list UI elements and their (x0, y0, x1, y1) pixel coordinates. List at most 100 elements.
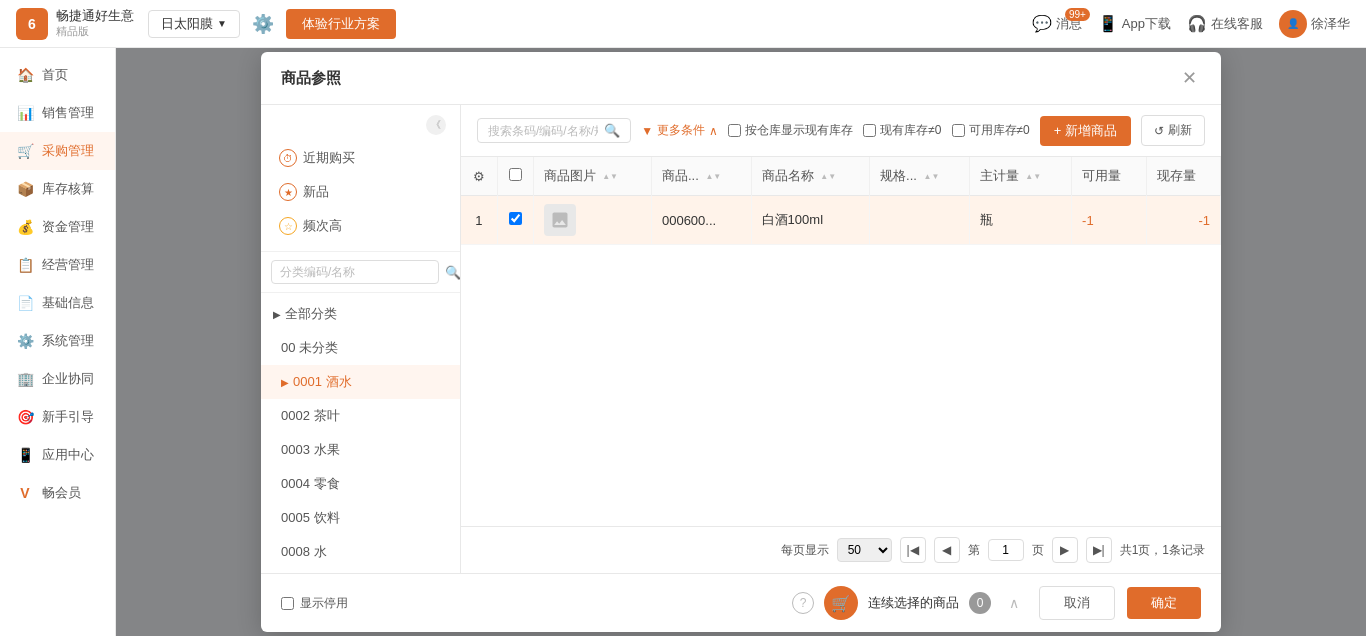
row-stock: -1 (1146, 196, 1221, 245)
table-header-row: ⚙ 商品图片 ▲▼ (461, 157, 1221, 196)
modal-close-button[interactable]: ✕ (1177, 66, 1201, 90)
cart-text-label: 连续选择的商品 (868, 594, 959, 612)
quick-item-recent[interactable]: ⏱ 近期购买 (271, 143, 450, 173)
sidebar-item-inventory[interactable]: 📦 库存核算 (0, 170, 115, 208)
headset-icon: 🎧 (1187, 14, 1207, 33)
sidebar-item-apps[interactable]: 📱 应用中心 (0, 436, 115, 474)
sort-name-icon[interactable]: ▲▼ (820, 172, 836, 181)
category-item-snack[interactable]: 0004 零食 (261, 467, 460, 501)
settings-nav[interactable]: ⚙️ (252, 13, 274, 35)
checkbox-usable-label[interactable]: 可用库存≠0 (952, 122, 1030, 139)
category-item-all[interactable]: ▶ 全部分类 (261, 297, 460, 331)
sidebar-item-system[interactable]: ⚙️ 系统管理 (0, 322, 115, 360)
prev-page-button[interactable]: ◀ (934, 537, 960, 563)
sales-icon: 📊 (16, 104, 34, 122)
sidebar-item-guide[interactable]: 🎯 新手引导 (0, 398, 115, 436)
modal-body: 《 ⏱ 近期购买 ★ 新品 ☆ (261, 105, 1221, 573)
help-icon[interactable]: ? (792, 592, 814, 614)
product-thumbnail (544, 204, 576, 236)
sidebar-item-enterprise[interactable]: 🏢 企业协同 (0, 360, 115, 398)
cart-count-badge: 0 (969, 592, 991, 614)
row-name: 白酒100ml (751, 196, 869, 245)
quick-item-new[interactable]: ★ 新品 (271, 177, 450, 207)
top-nav: 6 畅捷通好生意 精品版 日太阳膜 ▼ ⚙️ 体验行业方案 💬 消息 99+ 📱… (0, 0, 1366, 48)
home-icon: 🏠 (16, 66, 34, 84)
filter-icon: ▼ (641, 124, 653, 138)
checkbox-available[interactable] (863, 124, 876, 137)
category-item-tea[interactable]: 0002 茶叶 (261, 399, 460, 433)
sidebar-item-home[interactable]: 🏠 首页 (0, 56, 115, 94)
category-search-input[interactable] (271, 260, 439, 284)
sort-code-icon[interactable]: ▲▼ (705, 172, 721, 181)
row-checkbox[interactable] (509, 212, 522, 225)
checkbox-stock-label[interactable]: 按仓库显示现有库存 (728, 122, 853, 139)
first-page-button[interactable]: |◀ (900, 537, 926, 563)
refresh-button[interactable]: ↺ 刷新 (1141, 115, 1205, 146)
page-size-select[interactable]: 50 10 20 100 (837, 538, 892, 562)
app-download-nav[interactable]: 📱 App下载 (1098, 14, 1171, 33)
row-check (497, 196, 533, 245)
finance-icon: 💰 (16, 218, 34, 236)
sidebar-item-finance[interactable]: 💰 资金管理 (0, 208, 115, 246)
modal-header: 商品参照 ✕ (261, 52, 1221, 105)
sidebar-item-sales[interactable]: 📊 销售管理 (0, 94, 115, 132)
sort-spec-icon[interactable]: ▲▼ (924, 172, 940, 181)
add-product-button[interactable]: + 新增商品 (1040, 116, 1131, 146)
user-nav[interactable]: 👤 徐泽华 (1279, 10, 1350, 38)
show-disabled-label[interactable]: 显示停用 (281, 595, 348, 612)
checkbox-available-label[interactable]: 现有库存≠0 (863, 122, 941, 139)
next-page-button[interactable]: ▶ (1052, 537, 1078, 563)
last-page-button[interactable]: ▶| (1086, 537, 1112, 563)
chevron-down-icon: ▼ (217, 18, 227, 29)
product-search-input[interactable] (488, 124, 598, 138)
checkbox-stock[interactable] (728, 124, 741, 137)
col-unit: 主计量 ▲▼ (969, 157, 1071, 196)
cart-section: ? 🛒 连续选择的商品 0 ∧ (792, 586, 1027, 620)
sidebar-item-basic[interactable]: 📄 基础信息 (0, 284, 115, 322)
more-filter-button[interactable]: ▼ 更多条件 ∧ (641, 122, 718, 139)
logo-text: 畅捷通好生意 (56, 8, 134, 24)
category-search-icon[interactable]: 🔍 (445, 265, 461, 280)
modal-title: 商品参照 (281, 69, 341, 88)
messages-nav[interactable]: 💬 消息 99+ (1032, 14, 1082, 33)
quick-access-section: 《 ⏱ 近期购买 ★ 新品 ☆ (261, 105, 460, 252)
select-all-checkbox[interactable] (509, 168, 522, 181)
operation-icon: 📋 (16, 256, 34, 274)
category-item-drink[interactable]: 0005 饮料 (261, 501, 460, 535)
collapse-button[interactable]: 《 (426, 115, 446, 135)
sort-image-icon[interactable]: ▲▼ (602, 172, 618, 181)
fold-button[interactable]: ∧ (1001, 590, 1027, 616)
phone-icon: 📱 (1098, 14, 1118, 33)
row-no: 1 (461, 196, 497, 245)
cart-icon[interactable]: 🛒 (824, 586, 858, 620)
logo-icon: 6 (16, 8, 48, 40)
product-search-icon[interactable]: 🔍 (604, 123, 620, 138)
sidebar-item-operation[interactable]: 📋 经营管理 (0, 246, 115, 284)
table-row[interactable]: 1 (461, 196, 1221, 245)
confirm-button[interactable]: 确定 (1127, 587, 1201, 619)
quick-item-frequent[interactable]: ☆ 频次高 (271, 211, 450, 241)
show-disabled-checkbox[interactable] (281, 597, 294, 610)
col-stock: 现存量 (1146, 157, 1221, 196)
page-number-input[interactable] (988, 539, 1024, 561)
experience-button[interactable]: 体验行业方案 (286, 9, 396, 39)
sidebar-item-member[interactable]: V 畅会员 (0, 474, 115, 512)
checkbox-usable[interactable] (952, 124, 965, 137)
category-item-unclassified[interactable]: 00 未分类 (261, 331, 460, 365)
avatar: 👤 (1279, 10, 1307, 38)
nav-selector[interactable]: 日太阳膜 ▼ (148, 10, 240, 38)
sidebar-item-purchase[interactable]: 🛒 采购管理 (0, 132, 115, 170)
product-table-body: 1 (461, 196, 1221, 245)
category-item-water[interactable]: 0008 水 (261, 535, 460, 569)
table-toolbar: 🔍 ▼ 更多条件 ∧ 按仓库显示现有库存 (461, 105, 1221, 157)
cancel-button[interactable]: 取消 (1039, 586, 1115, 620)
category-item-fruit[interactable]: 0003 水果 (261, 433, 460, 467)
online-service-nav[interactable]: 🎧 在线客服 (1187, 14, 1263, 33)
recent-icon: ⏱ (279, 149, 297, 167)
filter-up-icon: ∧ (709, 124, 718, 138)
gear-icon[interactable]: ⚙ (473, 169, 485, 184)
sort-unit-icon[interactable]: ▲▼ (1025, 172, 1041, 181)
row-available: -1 (1072, 196, 1146, 245)
col-spec: 规格... ▲▼ (870, 157, 970, 196)
category-item-liquor[interactable]: ▶ 0001 酒水 (261, 365, 460, 399)
